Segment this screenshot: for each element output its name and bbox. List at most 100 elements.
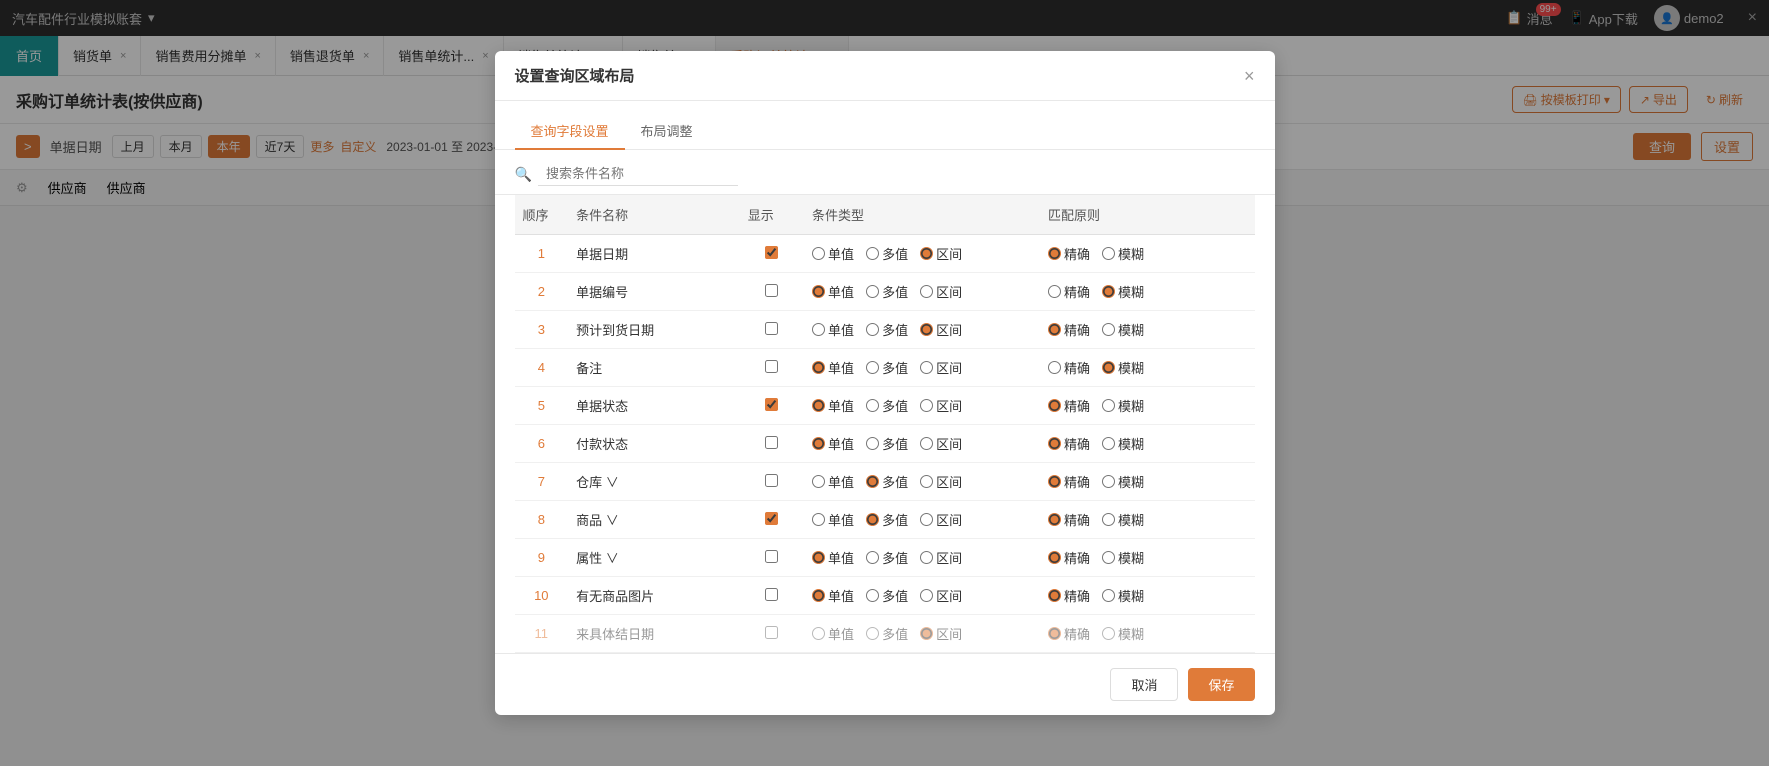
type-single-10[interactable]: 单值 bbox=[812, 586, 854, 605]
type-multi-3[interactable]: 多值 bbox=[866, 320, 908, 339]
match-fuzzy-7[interactable]: 模糊 bbox=[1102, 472, 1144, 491]
row-match-9[interactable]: 精确模糊 bbox=[1040, 539, 1255, 577]
row-match-3[interactable]: 精确模糊 bbox=[1040, 311, 1255, 349]
type-multi-5[interactable]: 多值 bbox=[866, 396, 908, 415]
match-fuzzy-11[interactable]: 模糊 bbox=[1102, 624, 1144, 643]
show-checkbox-3[interactable] bbox=[765, 322, 778, 335]
show-checkbox-4[interactable] bbox=[765, 360, 778, 373]
row-show-9[interactable] bbox=[740, 539, 804, 577]
row-type-10[interactable]: 单值多值区间 bbox=[804, 577, 1040, 615]
type-multi-8[interactable]: 多值 bbox=[866, 510, 908, 529]
match-exact-8[interactable]: 精确 bbox=[1048, 510, 1090, 529]
type-range-1[interactable]: 区间 bbox=[920, 244, 962, 263]
row-show-2[interactable] bbox=[740, 273, 804, 311]
type-single-11[interactable]: 单值 bbox=[812, 624, 854, 643]
match-exact-10[interactable]: 精确 bbox=[1048, 586, 1090, 605]
match-exact-11[interactable]: 精确 bbox=[1048, 624, 1090, 643]
row-show-10[interactable] bbox=[740, 577, 804, 615]
show-checkbox-2[interactable] bbox=[765, 284, 778, 297]
type-single-5[interactable]: 单值 bbox=[812, 396, 854, 415]
type-multi-7[interactable]: 多值 bbox=[866, 472, 908, 491]
type-range-7[interactable]: 区间 bbox=[920, 472, 962, 491]
match-fuzzy-6[interactable]: 模糊 bbox=[1102, 434, 1144, 453]
row-show-7[interactable] bbox=[740, 463, 804, 501]
type-single-7[interactable]: 单值 bbox=[812, 472, 854, 491]
type-range-2[interactable]: 区间 bbox=[920, 282, 962, 301]
row-match-10[interactable]: 精确模糊 bbox=[1040, 577, 1255, 615]
type-single-9[interactable]: 单值 bbox=[812, 548, 854, 567]
save-button[interactable]: 保存 bbox=[1188, 668, 1254, 701]
match-exact-4[interactable]: 精确 bbox=[1048, 358, 1090, 377]
type-multi-10[interactable]: 多值 bbox=[866, 586, 908, 605]
type-multi-4[interactable]: 多值 bbox=[866, 358, 908, 377]
row-type-7[interactable]: 单值多值区间 bbox=[804, 463, 1040, 501]
row-match-6[interactable]: 精确模糊 bbox=[1040, 425, 1255, 463]
show-checkbox-11[interactable] bbox=[765, 626, 778, 639]
row-type-5[interactable]: 单值多值区间 bbox=[804, 387, 1040, 425]
row-show-6[interactable] bbox=[740, 425, 804, 463]
show-checkbox-9[interactable] bbox=[765, 550, 778, 563]
tab-query-fields[interactable]: 查询字段设置 bbox=[515, 113, 625, 150]
type-range-6[interactable]: 区间 bbox=[920, 434, 962, 453]
show-checkbox-5[interactable] bbox=[765, 398, 778, 411]
row-match-8[interactable]: 精确模糊 bbox=[1040, 501, 1255, 539]
show-checkbox-7[interactable] bbox=[765, 474, 778, 487]
row-match-11[interactable]: 精确模糊 bbox=[1040, 615, 1255, 653]
type-range-10[interactable]: 区间 bbox=[920, 586, 962, 605]
show-checkbox-10[interactable] bbox=[765, 588, 778, 601]
show-checkbox-8[interactable] bbox=[765, 512, 778, 525]
row-show-1[interactable] bbox=[740, 235, 804, 273]
type-single-1[interactable]: 单值 bbox=[812, 244, 854, 263]
cancel-button[interactable]: 取消 bbox=[1110, 668, 1178, 701]
row-show-4[interactable] bbox=[740, 349, 804, 387]
row-show-8[interactable] bbox=[740, 501, 804, 539]
row-type-2[interactable]: 单值多值区间 bbox=[804, 273, 1040, 311]
row-type-8[interactable]: 单值多值区间 bbox=[804, 501, 1040, 539]
type-multi-2[interactable]: 多值 bbox=[866, 282, 908, 301]
match-fuzzy-1[interactable]: 模糊 bbox=[1102, 244, 1144, 263]
type-range-5[interactable]: 区间 bbox=[920, 396, 962, 415]
type-range-4[interactable]: 区间 bbox=[920, 358, 962, 377]
row-match-7[interactable]: 精确模糊 bbox=[1040, 463, 1255, 501]
row-type-6[interactable]: 单值多值区间 bbox=[804, 425, 1040, 463]
match-exact-1[interactable]: 精确 bbox=[1048, 244, 1090, 263]
type-range-11[interactable]: 区间 bbox=[920, 624, 962, 643]
type-range-9[interactable]: 区间 bbox=[920, 548, 962, 567]
row-match-4[interactable]: 精确模糊 bbox=[1040, 349, 1255, 387]
match-fuzzy-8[interactable]: 模糊 bbox=[1102, 510, 1144, 529]
type-multi-9[interactable]: 多值 bbox=[866, 548, 908, 567]
row-type-3[interactable]: 单值多值区间 bbox=[804, 311, 1040, 349]
type-single-2[interactable]: 单值 bbox=[812, 282, 854, 301]
match-exact-6[interactable]: 精确 bbox=[1048, 434, 1090, 453]
row-type-4[interactable]: 单值多值区间 bbox=[804, 349, 1040, 387]
match-exact-2[interactable]: 精确 bbox=[1048, 282, 1090, 301]
type-range-8[interactable]: 区间 bbox=[920, 510, 962, 529]
type-single-6[interactable]: 单值 bbox=[812, 434, 854, 453]
match-exact-7[interactable]: 精确 bbox=[1048, 472, 1090, 491]
tab-layout-adjust[interactable]: 布局调整 bbox=[625, 113, 709, 150]
type-multi-6[interactable]: 多值 bbox=[866, 434, 908, 453]
match-fuzzy-3[interactable]: 模糊 bbox=[1102, 320, 1144, 339]
row-show-3[interactable] bbox=[740, 311, 804, 349]
row-match-2[interactable]: 精确模糊 bbox=[1040, 273, 1255, 311]
match-fuzzy-2[interactable]: 模糊 bbox=[1102, 282, 1144, 301]
match-exact-5[interactable]: 精确 bbox=[1048, 396, 1090, 415]
show-checkbox-1[interactable] bbox=[765, 246, 778, 259]
row-show-5[interactable] bbox=[740, 387, 804, 425]
type-multi-11[interactable]: 多值 bbox=[866, 624, 908, 643]
type-range-3[interactable]: 区间 bbox=[920, 320, 962, 339]
match-fuzzy-4[interactable]: 模糊 bbox=[1102, 358, 1144, 377]
row-show-11[interactable] bbox=[740, 615, 804, 653]
row-type-11[interactable]: 单值多值区间 bbox=[804, 615, 1040, 653]
match-exact-3[interactable]: 精确 bbox=[1048, 320, 1090, 339]
match-fuzzy-9[interactable]: 模糊 bbox=[1102, 548, 1144, 567]
row-match-5[interactable]: 精确模糊 bbox=[1040, 387, 1255, 425]
row-type-9[interactable]: 单值多值区间 bbox=[804, 539, 1040, 577]
match-fuzzy-5[interactable]: 模糊 bbox=[1102, 396, 1144, 415]
row-type-1[interactable]: 单值多值区间 bbox=[804, 235, 1040, 273]
type-multi-1[interactable]: 多值 bbox=[866, 244, 908, 263]
type-single-3[interactable]: 单值 bbox=[812, 320, 854, 339]
type-single-8[interactable]: 单值 bbox=[812, 510, 854, 529]
modal-close-button[interactable]: × bbox=[1244, 67, 1255, 85]
row-match-1[interactable]: 精确模糊 bbox=[1040, 235, 1255, 273]
